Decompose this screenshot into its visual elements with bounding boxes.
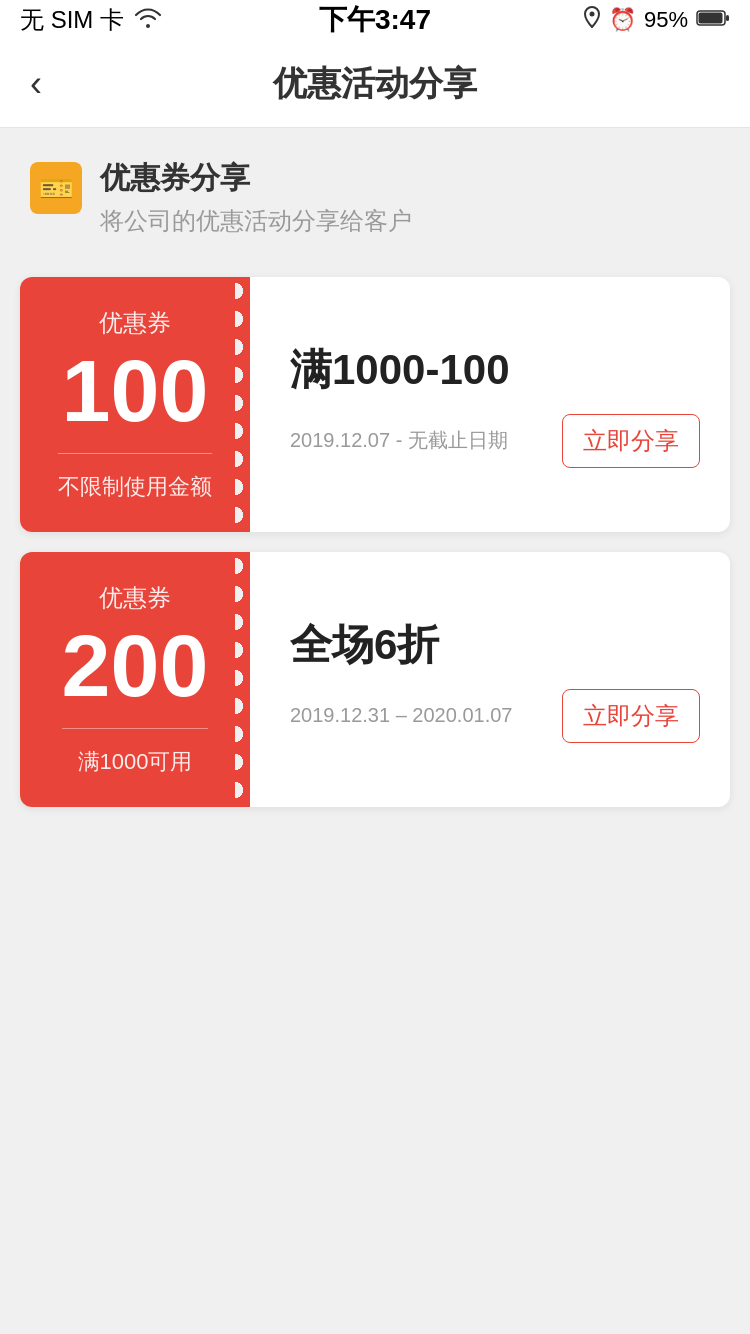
coupon-type-label-0: 优惠券 — [99, 307, 171, 339]
status-time: 下午3:47 — [319, 1, 431, 39]
svg-rect-3 — [726, 15, 729, 21]
coupon-right-0: 满1000-100 2019.12.07 - 无截止日期 立即分享 — [250, 277, 730, 532]
coupon-name-1: 全场6折 — [290, 617, 700, 673]
coupon-date-0: 2019.12.07 - 无截止日期 — [290, 427, 552, 454]
location-icon — [583, 6, 601, 34]
coupon-condition-1: 满1000可用 — [78, 747, 193, 777]
coupon-card: 优惠券 200 满1000可用 全场6折 2019.12.31 – 2020.0… — [20, 552, 730, 807]
empty-area — [0, 837, 750, 1334]
share-button-0[interactable]: 立即分享 — [562, 414, 700, 468]
nav-title: 优惠活动分享 — [273, 61, 477, 107]
status-right: ⏰ 95% — [583, 6, 730, 34]
status-bar: 无 SIM 卡 下午3:47 ⏰ 95% — [0, 0, 750, 40]
svg-rect-2 — [699, 13, 723, 24]
coupon-name-0: 满1000-100 — [290, 342, 700, 398]
coupon-left-1: 优惠券 200 满1000可用 — [20, 552, 250, 807]
coupon-right-1: 全场6折 2019.12.31 – 2020.01.07 立即分享 — [250, 552, 730, 807]
coupon-list: 优惠券 100 不限制使用金额 满1000-100 2019.12.07 - 无… — [0, 257, 750, 837]
section-header: 🎫 优惠券分享 将公司的优惠活动分享给客户 — [0, 128, 750, 257]
coupon-divider-0 — [58, 453, 212, 454]
coupon-date-1: 2019.12.31 – 2020.01.07 — [290, 704, 552, 727]
alarm-icon: ⏰ — [609, 7, 636, 33]
coupon-bottom-row-0: 2019.12.07 - 无截止日期 立即分享 — [290, 414, 700, 468]
section-text: 优惠券分享 将公司的优惠活动分享给客户 — [100, 158, 412, 237]
coupon-card: 优惠券 100 不限制使用金额 满1000-100 2019.12.07 - 无… — [20, 277, 730, 532]
coupon-amount-0: 100 — [62, 347, 209, 435]
carrier-text: 无 SIM 卡 — [20, 4, 124, 36]
nav-bar: ‹ 优惠活动分享 — [0, 40, 750, 128]
coupon-amount-1: 200 — [62, 622, 209, 710]
coupon-bottom-row-1: 2019.12.31 – 2020.01.07 立即分享 — [290, 689, 700, 743]
share-button-1[interactable]: 立即分享 — [562, 689, 700, 743]
coupon-divider-1 — [62, 728, 209, 729]
status-left: 无 SIM 卡 — [20, 4, 162, 36]
section-title: 优惠券分享 — [100, 158, 412, 199]
wifi-icon — [134, 6, 162, 34]
section-subtitle: 将公司的优惠活动分享给客户 — [100, 205, 412, 237]
coupon-condition-0: 不限制使用金额 — [58, 472, 212, 502]
coupon-left-0: 优惠券 100 不限制使用金额 — [20, 277, 250, 532]
back-button[interactable]: ‹ — [30, 63, 42, 105]
battery-text: 95% — [644, 7, 688, 33]
coupon-type-label-1: 优惠券 — [99, 582, 171, 614]
coupon-icon: 🎫 — [30, 162, 82, 214]
svg-point-0 — [589, 12, 594, 17]
battery-icon — [696, 7, 730, 33]
